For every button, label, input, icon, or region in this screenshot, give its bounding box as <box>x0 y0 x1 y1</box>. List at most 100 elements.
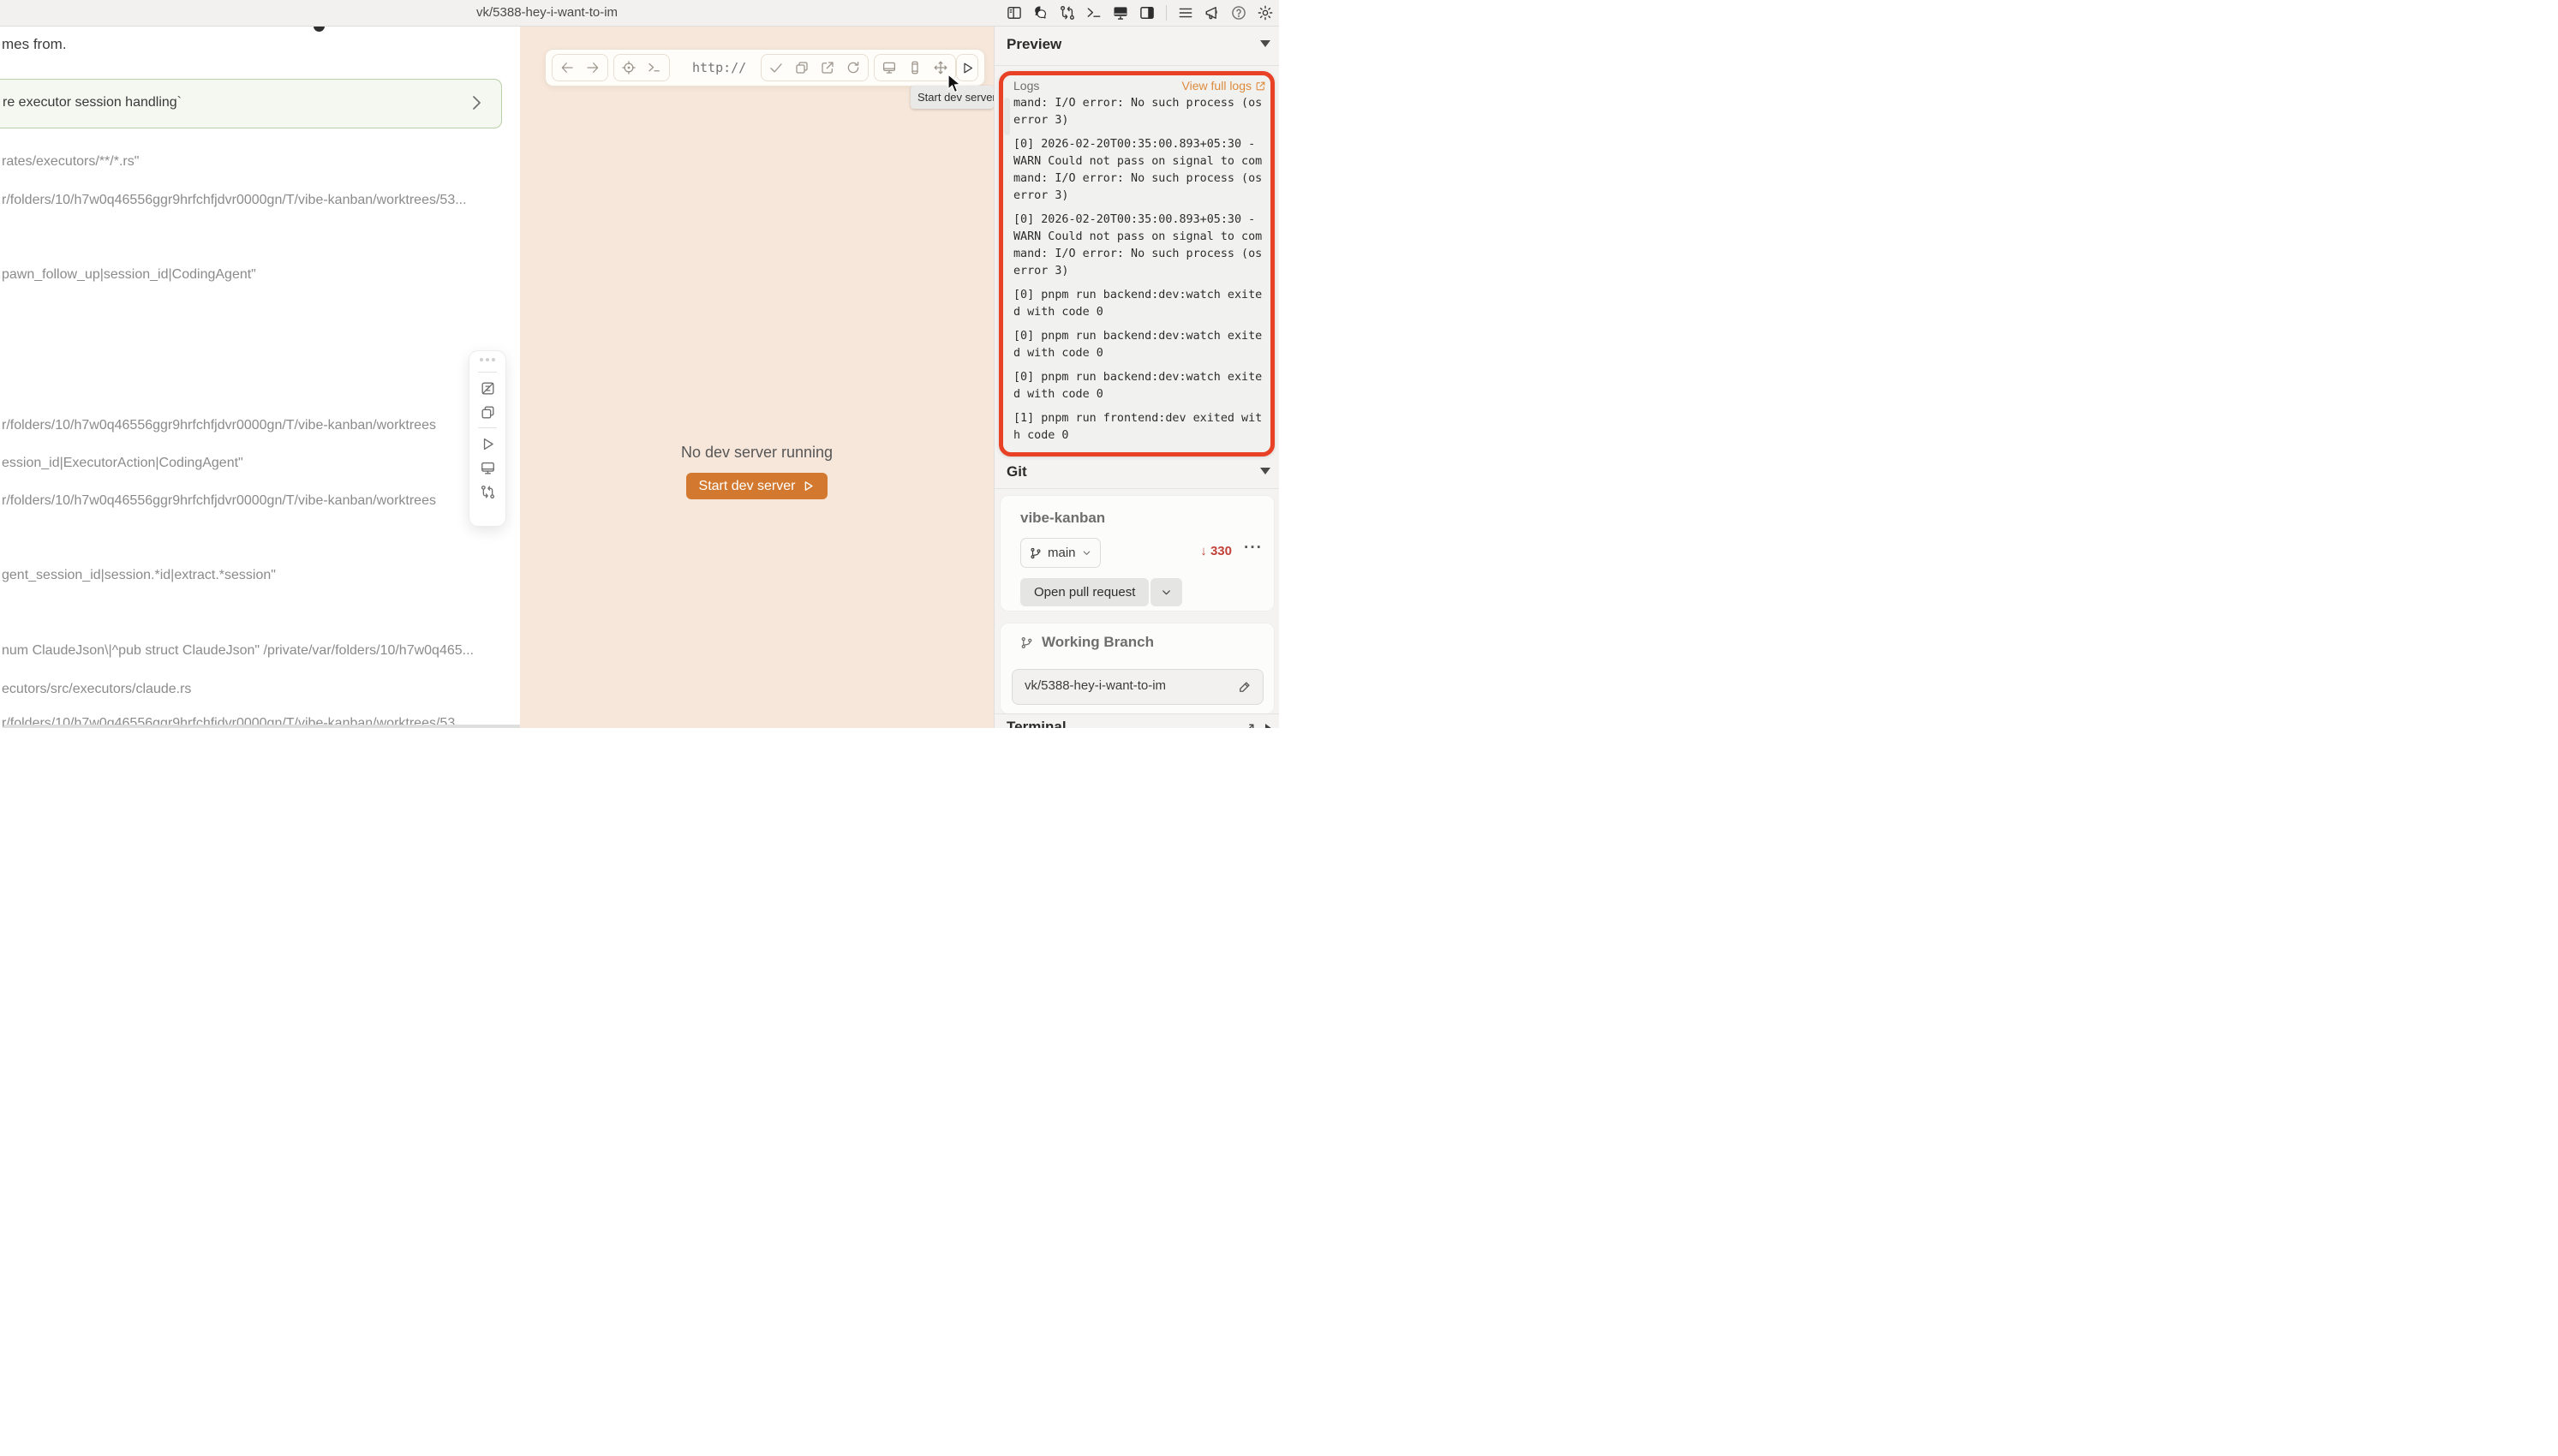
panel-right-icon[interactable] <box>1137 3 1157 23</box>
terminal-icon[interactable] <box>645 57 664 79</box>
messages-icon[interactable] <box>1031 3 1051 23</box>
preview-section-header[interactable]: Preview <box>995 26 1279 66</box>
log-path-line: ession_id|ExecutorAction|CodingAgent" <box>2 456 243 471</box>
expand-icon[interactable] <box>1242 721 1257 728</box>
working-branch-field[interactable]: vk/5388-hey-i-want-to-im <box>1012 669 1264 705</box>
dev-server-empty-state: No dev server running Start dev server <box>520 444 994 499</box>
device-group <box>874 54 956 81</box>
inspect-group <box>613 54 670 81</box>
browser-toolbar <box>545 49 985 87</box>
external-link-icon[interactable] <box>818 57 837 79</box>
log-path-line: pawn_follow_up|session_id|CodingAgent" <box>2 267 256 283</box>
log-path-line: r/folders/10/h7w0q46556ggr9hrfchfjdvr000… <box>2 418 436 433</box>
settings-gear-icon[interactable] <box>1255 3 1276 23</box>
title-bar: vk/5388-hey-i-want-to-im <box>0 0 1279 27</box>
status-message: No dev server running <box>520 444 994 462</box>
logs-panel: Logs View full logs mand: I/O error: No … <box>999 71 1275 456</box>
actions-group <box>761 54 869 81</box>
divider <box>478 427 497 428</box>
open-pull-request-button[interactable]: Open pull request <box>1020 578 1149 606</box>
preview-title: Preview <box>1007 36 1061 53</box>
terminal-section-header[interactable]: Terminal <box>995 714 1279 728</box>
log-path-line: ecutors/src/executors/claude.rs <box>2 682 191 697</box>
chevron-down-icon <box>1161 587 1172 598</box>
url-input[interactable] <box>690 59 752 76</box>
divider <box>478 372 497 373</box>
git-branch-icon <box>1020 636 1033 649</box>
crosshair-icon[interactable] <box>619 57 638 79</box>
copy-icon[interactable] <box>475 400 500 424</box>
copy-icon[interactable] <box>792 57 811 79</box>
logs-scrollbar-thumb[interactable] <box>1004 98 1010 135</box>
megaphone-icon[interactable] <box>1202 3 1222 23</box>
log-entry: [0] pnpm run backend:dev:watch exite d w… <box>1013 287 1267 321</box>
nav-group <box>552 54 608 81</box>
horizontal-scrollbar[interactable] <box>3 725 520 728</box>
prompt-card[interactable]: re executor session handling` <box>0 79 502 128</box>
play-icon <box>802 480 815 492</box>
more-menu-icon[interactable]: ··· <box>1244 539 1263 558</box>
log-entry: [1] pnpm run frontend:dev exited wit h c… <box>1013 410 1267 445</box>
divider <box>995 65 1279 66</box>
desktop-icon[interactable] <box>880 57 899 79</box>
monitor-icon[interactable] <box>1110 3 1131 23</box>
log-entry: [0] 2026-02-20T00:35:00.893+05:30 - WARN… <box>1013 136 1267 205</box>
log-path-line: gent_session_id|session.*id|extract.*ses… <box>2 568 276 583</box>
git-section-header[interactable]: Git <box>995 460 1279 500</box>
collapse-right-caret-icon[interactable] <box>1265 724 1272 729</box>
drag-handle-icon[interactable] <box>480 358 495 361</box>
git-branch-icon <box>1030 547 1042 559</box>
scrolled-avatar-fragment <box>314 26 325 32</box>
log-entry: mand: I/O error: No such process (os err… <box>1013 95 1267 129</box>
help-icon[interactable] <box>1228 3 1249 23</box>
log-entry: [0] pnpm run backend:dev:watch exite d w… <box>1013 369 1267 403</box>
log-entry: [0] pnpm run backend:dev:watch exite d w… <box>1013 328 1267 362</box>
log-path-line: rates/executors/**/*.rs" <box>2 154 139 170</box>
edit-pencil-icon[interactable] <box>1237 679 1252 699</box>
chevron-right-icon <box>470 94 482 111</box>
working-branch-value: vk/5388-hey-i-want-to-im <box>1025 678 1166 693</box>
start-dev-server-button[interactable]: Start dev server <box>686 473 828 499</box>
pr-options-button[interactable] <box>1151 578 1182 606</box>
divider <box>995 488 1279 489</box>
preview-canvas: Start dev server No dev server running S… <box>520 26 994 728</box>
terminal-icon[interactable] <box>1084 3 1104 23</box>
message-text-tail: mes from. <box>2 36 67 53</box>
collapse-caret-icon[interactable] <box>1260 468 1270 474</box>
git-card: vibe-kanban main ↓ 330 ··· Open pull req… <box>1000 495 1275 612</box>
log-path-line: r/folders/10/h7w0q46556ggr9hrfchfjdvr000… <box>2 193 467 208</box>
side-panel: Preview Logs View full logs mand: I/O er… <box>994 26 1279 728</box>
menu-icon[interactable] <box>1175 3 1196 23</box>
monitor-icon[interactable] <box>475 456 500 480</box>
log-path-line: num ClaudeJson\|^pub struct ClaudeJson" … <box>2 643 474 659</box>
back-icon[interactable] <box>558 57 577 79</box>
title-bar-actions <box>1004 0 1276 26</box>
branch-selector[interactable]: main <box>1020 538 1101 568</box>
mobile-icon[interactable] <box>905 57 924 79</box>
conversation-panel[interactable]: mes from. re executor session handling` … <box>0 26 520 728</box>
log-entry: [0] 2026-02-20T00:35:00.893+05:30 - WARN… <box>1013 212 1267 280</box>
logs-scroll-area[interactable]: mand: I/O error: No such process (os err… <box>1013 95 1267 451</box>
refresh-icon[interactable] <box>844 57 863 79</box>
play-icon[interactable] <box>475 432 500 456</box>
check-icon[interactable] <box>767 57 786 79</box>
view-full-logs-link[interactable]: View full logs <box>1182 79 1266 92</box>
selection-off-icon[interactable] <box>475 376 500 400</box>
branch-name: main <box>1048 546 1076 560</box>
terminal-title: Terminal <box>1007 719 1067 728</box>
mouse-cursor <box>946 74 963 98</box>
external-link-icon <box>1255 81 1266 92</box>
git-title: Git <box>1007 463 1027 480</box>
floating-action-bar[interactable] <box>469 350 506 527</box>
log-path-line: r/folders/10/h7w0q46556ggr9hrfchfjdvr000… <box>2 493 436 509</box>
git-compare-icon[interactable] <box>475 480 500 504</box>
collapse-caret-icon[interactable] <box>1260 40 1270 47</box>
window-title: vk/5388-hey-i-want-to-im <box>476 0 618 26</box>
toolbar-divider <box>1166 5 1167 21</box>
repo-name: vibe-kanban <box>1020 510 1105 527</box>
working-branch-title: Working Branch <box>1042 634 1154 651</box>
forward-icon[interactable] <box>583 57 602 79</box>
layout-columns-icon[interactable] <box>1004 3 1025 23</box>
logs-title: Logs <box>1013 79 1039 92</box>
git-compare-icon[interactable] <box>1057 3 1078 23</box>
